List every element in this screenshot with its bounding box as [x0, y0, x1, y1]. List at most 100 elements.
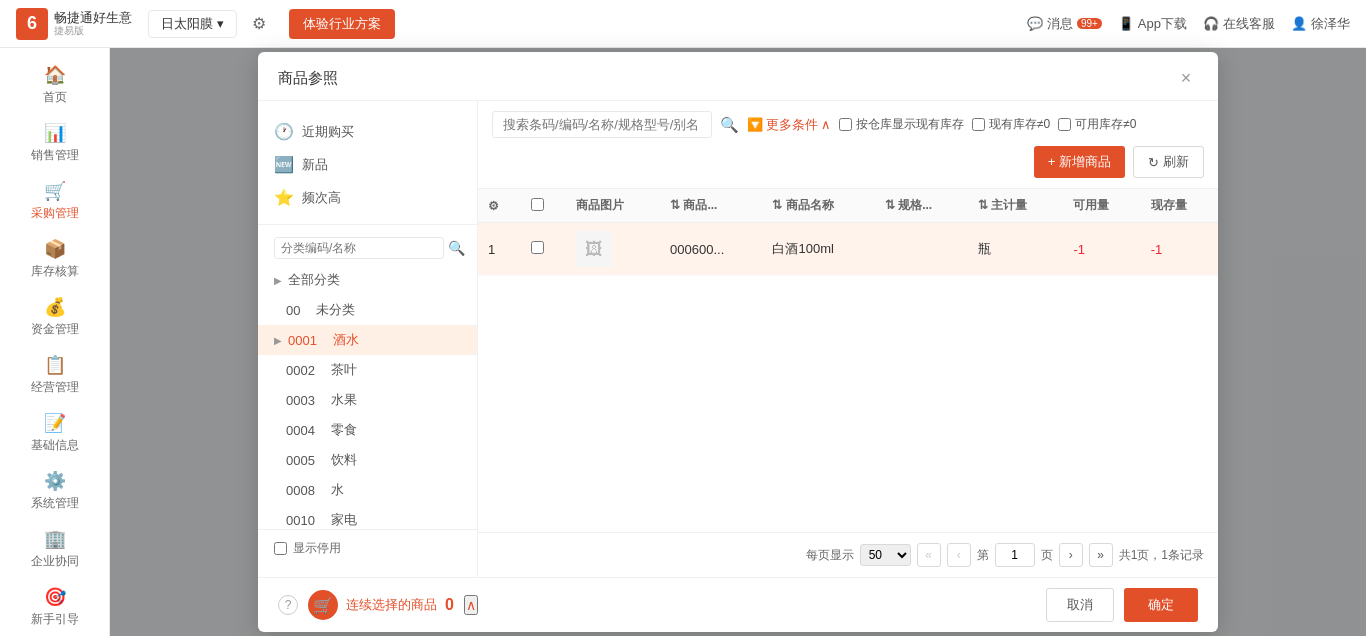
confirm-button[interactable]: 确定: [1124, 588, 1198, 622]
table-row[interactable]: 1 🖼 000600... 白酒100ml: [478, 223, 1218, 276]
frequent-item[interactable]: ⭐ 频次高: [258, 181, 477, 214]
warehouse-checkbox[interactable]: [839, 118, 852, 131]
top-nav: 6 畅捷通好生意 捷易版 日太阳膜 ▾ ⚙ 体验行业方案 💬 消息 99+ 📱 …: [0, 0, 1366, 48]
nav-right: 💬 消息 99+ 📱 App下载 🎧 在线客服 👤 徐泽华: [1027, 15, 1350, 33]
headset-icon: 🎧: [1203, 16, 1219, 31]
modal-header: 商品参照 ×: [258, 52, 1218, 101]
basic-icon: 📝: [44, 412, 66, 434]
row-spec: [875, 223, 968, 276]
add-product-button[interactable]: + 新增商品: [1034, 146, 1125, 178]
per-page-select[interactable]: 50 10 20 100: [860, 544, 911, 566]
sidebar-item-operation[interactable]: 📋 经营管理: [0, 346, 109, 404]
cat-item-0010[interactable]: 0010 家电: [258, 505, 477, 529]
row-name: 白酒100ml: [762, 223, 874, 276]
sidebar-item-sales[interactable]: 📊 销售管理: [0, 114, 109, 172]
cancel-button[interactable]: 取消: [1046, 588, 1114, 622]
new-icon: 🆕: [274, 155, 294, 174]
cta-button[interactable]: 体验行业方案: [289, 9, 395, 39]
sort-icon-unit: ⇅: [978, 198, 988, 212]
cat-item-0008[interactable]: 0008 水: [258, 475, 477, 505]
app-download-item[interactable]: 📱 App下载: [1118, 15, 1187, 33]
next-page-button[interactable]: ›: [1059, 543, 1083, 567]
messages-nav-item[interactable]: 💬 消息 99+: [1027, 15, 1102, 33]
category-search-input[interactable]: [274, 237, 444, 259]
sort-icon: ⇅: [670, 198, 680, 212]
system-icon: ⚙️: [44, 470, 66, 492]
inventory-icon: 📦: [44, 238, 66, 260]
left-panel: 🕐 近期购买 🆕 新品 ⭐ 频次高: [258, 101, 478, 577]
sidebar-item-inventory[interactable]: 📦 库存核算: [0, 230, 109, 288]
sidebar-item-finance[interactable]: 💰 资金管理: [0, 288, 109, 346]
footer-buttons: 取消 确定: [1046, 588, 1198, 622]
sidebar-item-system[interactable]: ⚙️ 系统管理: [0, 462, 109, 520]
new-items-item[interactable]: 🆕 新品: [258, 148, 477, 181]
category-search-button[interactable]: 🔍: [448, 240, 465, 256]
col-settings: ⚙: [478, 189, 521, 223]
current-page-input[interactable]: [995, 543, 1035, 567]
sidebar-item-enterprise[interactable]: 🏢 企业协同: [0, 520, 109, 578]
product-table: ⚙ 商品图片 ⇅ 商品... ⇅: [478, 189, 1218, 276]
star-icon: ⭐: [274, 188, 294, 207]
col-checkbox: [521, 189, 567, 223]
modal-close-button[interactable]: ×: [1174, 66, 1198, 90]
row-code: 000600...: [660, 223, 762, 276]
modal: 商品参照 × 🕐 近期购买 🆕: [258, 52, 1218, 632]
first-page-button[interactable]: «: [917, 543, 941, 567]
enterprise-icon: 🏢: [44, 528, 66, 550]
select-all-checkbox[interactable]: [531, 198, 544, 211]
cat-item-0005[interactable]: 0005 饮料: [258, 445, 477, 475]
online-service-item[interactable]: 🎧 在线客服: [1203, 15, 1275, 33]
last-page-button[interactable]: »: [1089, 543, 1113, 567]
finance-icon: 💰: [44, 296, 66, 318]
recent-buy-item[interactable]: 🕐 近期购买: [258, 115, 477, 148]
row-checkbox-cell: [521, 223, 567, 276]
sidebar-item-basic-info[interactable]: 📝 基础信息: [0, 404, 109, 462]
cat-item-00[interactable]: 00 未分类: [258, 295, 477, 325]
sidebar: 🏠 首页 📊 销售管理 🛒 采购管理 📦 库存核算 💰 资金管理 📋 经营管理 …: [0, 48, 110, 636]
user-profile-item[interactable]: 👤 徐泽华: [1291, 15, 1350, 33]
prev-page-button[interactable]: ‹: [947, 543, 971, 567]
phone-icon: 📱: [1118, 16, 1134, 31]
cat-item-0003[interactable]: 0003 水果: [258, 385, 477, 415]
sidebar-item-guide[interactable]: 🎯 新手引导: [0, 578, 109, 636]
sales-icon: 📊: [44, 122, 66, 144]
logo-area: 6 畅捷通好生意 捷易版: [16, 8, 132, 40]
sidebar-item-home[interactable]: 🏠 首页: [0, 56, 109, 114]
col-spec: ⇅ 规格...: [875, 189, 968, 223]
cat-item-0004[interactable]: 0004 零食: [258, 415, 477, 445]
chevron-down-icon: ▾: [217, 16, 224, 31]
show-disabled-checkbox[interactable]: [274, 542, 287, 555]
refresh-button[interactable]: ↻ 刷新: [1133, 146, 1204, 178]
cart-info: 🛒 连续选择的商品 0: [308, 590, 454, 620]
sort-icon-name: ⇅: [772, 198, 782, 212]
expand-icon: ▶: [274, 275, 282, 286]
modal-overlay: 商品参照 × 🕐 近期购买 🆕: [110, 48, 1366, 636]
page-suffix-label: 页: [1041, 547, 1053, 564]
cat-item-0001[interactable]: ▶ 0001 酒水: [258, 325, 477, 355]
stock-checkbox[interactable]: [972, 118, 985, 131]
sidebar-item-purchase[interactable]: 🛒 采购管理: [0, 172, 109, 230]
main-search-button[interactable]: 🔍: [720, 116, 739, 134]
product-table-wrap: ⚙ 商品图片 ⇅ 商品... ⇅: [478, 189, 1218, 532]
row-checkbox[interactable]: [531, 241, 544, 254]
settings-button[interactable]: ⚙: [243, 8, 275, 40]
main-search-input[interactable]: [492, 111, 712, 138]
right-panel: 🔍 🔽 更多条件 ∧ 按仓库显示现有库存: [478, 101, 1218, 577]
operation-icon: 📋: [44, 354, 66, 376]
help-icon[interactable]: ?: [278, 595, 298, 615]
category-tree: ▶ 全部分类 00 未分类 ▶ 0001 酒水: [258, 265, 477, 529]
col-image: 商品图片: [566, 189, 660, 223]
nav-dropdown[interactable]: 日太阳膜 ▾: [148, 10, 237, 38]
available-label: 可用库存≠0: [1075, 116, 1136, 133]
filter-button[interactable]: 🔽 更多条件 ∧: [747, 116, 831, 134]
pagination-bar: 每页显示 50 10 20 100 « ‹ 第 页: [478, 532, 1218, 577]
collapse-up-button[interactable]: ∧: [464, 595, 478, 615]
guide-icon: 🎯: [44, 586, 66, 608]
cat-item-0002[interactable]: 0002 茶叶: [258, 355, 477, 385]
divider: [258, 224, 477, 225]
available-checkbox[interactable]: [1058, 118, 1071, 131]
col-name: ⇅ 商品名称: [762, 189, 874, 223]
table-header-row: ⚙ 商品图片 ⇅ 商品... ⇅: [478, 189, 1218, 223]
filter-icon: 🔽: [747, 117, 763, 132]
all-category-item[interactable]: ▶ 全部分类: [258, 265, 477, 295]
